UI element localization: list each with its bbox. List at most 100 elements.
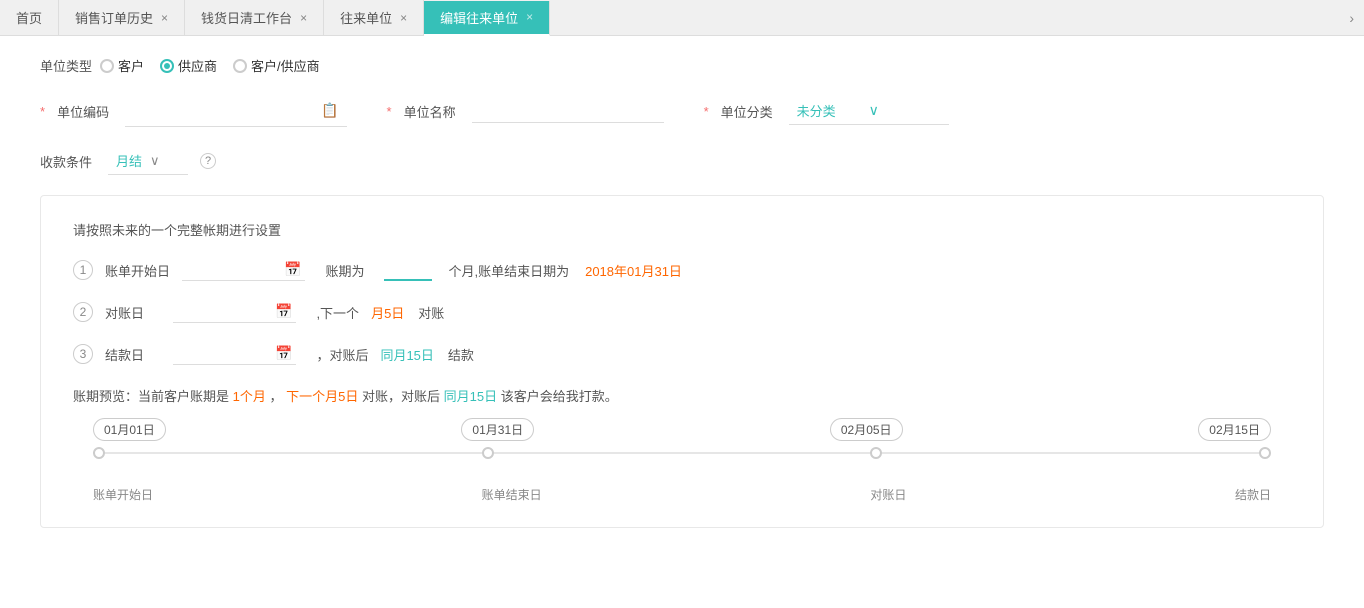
preview-label: 账期预览：当前客户账期是 [73, 389, 229, 404]
timeline-points [93, 447, 1271, 459]
timeline-track: 01月01日 01月31日 02月05日 02月15日 [93, 428, 1271, 478]
preview-part3: 同月15日 [444, 389, 497, 404]
close-cash-work[interactable]: × [300, 11, 307, 25]
radio-supplier[interactable]: 供应商 [160, 56, 217, 75]
reconciliation-label: 对账日 [105, 303, 161, 322]
account-start-date-input[interactable]: 2018-01-01 [186, 262, 276, 277]
unit-code-label: 单位编码 [57, 102, 109, 121]
payment-same-month: 同月15日 [380, 345, 433, 364]
tl-point-3 [1259, 447, 1271, 459]
unit-category-group: * 单位分类 未分类 ∨ [704, 97, 949, 125]
radio-both-circle [233, 59, 247, 73]
info-card-title: 请按照未来的一个完整帐期进行设置 [73, 220, 1291, 239]
unit-name-star: * [387, 104, 392, 119]
row-num-1: 1 [73, 260, 93, 280]
period-input-wrap: 1 [384, 260, 432, 281]
payment-suffix-text: ，对账后 [316, 345, 368, 364]
recon-suffix: 对账 [418, 303, 444, 322]
tl-label-0: 01月01日 [93, 418, 166, 441]
tab-home[interactable]: 首页 [0, 0, 59, 35]
payment-terms-label: 收款条件 [40, 152, 92, 171]
unit-type-row: 单位类型 客户 供应商 客户/供应商 [40, 56, 1324, 75]
main-content: 单位类型 客户 供应商 客户/供应商 * 单位编码 000001 📋 [0, 36, 1364, 608]
tl-point-1 [482, 447, 494, 459]
radio-both[interactable]: 客户/供应商 [233, 56, 320, 75]
unit-category-star: * [704, 104, 709, 119]
unit-type-radio-group: 客户 供应商 客户/供应商 [100, 56, 320, 75]
tl-dot-0 [93, 447, 105, 459]
reconciliation-row: 2 对账日 2018-02-05 📅 ,下一个 月5日 对账 [73, 301, 1291, 323]
unit-name-label: 单位名称 [404, 102, 456, 121]
preview-part1: 1个月 [233, 389, 266, 404]
tl-point-0 [93, 447, 105, 459]
tab-partner[interactable]: 往来单位 × [324, 0, 424, 35]
unit-details-row: * 单位编码 000001 📋 * 单位名称 河南供应商22 * 单位分类 未分… [40, 95, 1324, 127]
tab-sales-history-label: 销售订单历史 [75, 8, 153, 27]
account-start-date-wrap: 2018-01-01 📅 [182, 259, 305, 281]
tl-desc-2: 对账日 [870, 486, 906, 503]
payment-terms-select[interactable]: 月结 ∨ [108, 147, 188, 175]
payment-terms-value: 月结 [116, 151, 146, 170]
recon-prefix: ,下一个 [316, 303, 359, 322]
recon-month-5: 月5日 [371, 303, 404, 322]
payment-date-label: 结款日 [105, 345, 161, 364]
reconciliation-calendar-icon[interactable]: 📅 [275, 303, 292, 320]
unit-code-group: * 单位编码 000001 📋 [40, 95, 347, 127]
tl-desc-0: 账单开始日 [93, 486, 153, 503]
radio-customer[interactable]: 客户 [100, 56, 144, 75]
radio-supplier-circle [160, 59, 174, 73]
tab-edit-partner[interactable]: 编辑往来单位 × [424, 1, 550, 36]
unit-code-input-wrap: 000001 📋 [125, 95, 346, 127]
tab-edit-partner-label: 编辑往来单位 [440, 8, 518, 27]
unit-category-select[interactable]: 未分类 ∨ [789, 97, 949, 125]
unit-name-group: * 单位名称 河南供应商22 [387, 99, 664, 123]
close-partner[interactable]: × [400, 11, 407, 25]
tl-label-2: 02月05日 [830, 418, 903, 441]
tl-label-1: 01月31日 [461, 418, 534, 441]
radio-customer-circle [100, 59, 114, 73]
payment-date-row: 3 结款日 2018-02-15 📅 ，对账后 同月15日 结款 [73, 343, 1291, 365]
tl-label-3: 02月15日 [1198, 418, 1271, 441]
payment-terms-row: 收款条件 月结 ∨ ? [40, 147, 1324, 175]
payment-date-wrap: 2018-02-15 📅 [173, 343, 296, 365]
row-num-2: 2 [73, 302, 93, 322]
payment-date-input[interactable]: 2018-02-15 [177, 346, 267, 361]
unit-type-label: 单位类型 [40, 56, 92, 75]
timeline-descs: 账单开始日 账单结束日 对账日 结款日 [93, 486, 1271, 503]
radio-supplier-label: 供应商 [178, 56, 217, 75]
tl-point-2 [870, 447, 882, 459]
tl-dot-3 [1259, 447, 1271, 459]
help-icon[interactable]: ? [200, 153, 216, 169]
unit-category-dropdown-icon: ∨ [869, 102, 941, 119]
account-start-label: 账单开始日 [105, 261, 170, 280]
tab-more-arrow[interactable]: › [1339, 10, 1364, 26]
payment-terms-select-group: 月结 ∨ ? [108, 147, 216, 175]
radio-both-label: 客户/供应商 [251, 56, 320, 75]
tl-dot-2 [870, 447, 882, 459]
period-value-input[interactable]: 1 [388, 262, 428, 277]
tab-cash-work[interactable]: 钱货日清工作台 × [185, 0, 324, 35]
period-end-date: 2018年01月31日 [585, 261, 682, 280]
close-sales-history[interactable]: × [161, 11, 168, 25]
row-num-3: 3 [73, 344, 93, 364]
unit-code-input[interactable]: 000001 [125, 99, 317, 122]
tl-desc-3: 结款日 [1235, 486, 1271, 503]
tl-desc-1: 账单结束日 [482, 486, 542, 503]
unit-code-calendar-icon[interactable]: 📋 [321, 102, 338, 119]
account-start-calendar-icon[interactable]: 📅 [284, 261, 301, 278]
preview-end: 该客户会给我打款。 [501, 389, 618, 404]
preview-part2: 下一个月5日 [286, 389, 358, 404]
preview-sep1: ， [270, 389, 283, 404]
radio-customer-label: 客户 [118, 56, 144, 75]
close-edit-partner[interactable]: × [526, 10, 533, 24]
tab-home-label: 首页 [16, 8, 42, 27]
unit-category-label: 单位分类 [721, 102, 773, 121]
period-for-label: 账期为 [325, 261, 364, 280]
account-start-row: 1 账单开始日 2018-01-01 📅 账期为 1 个月,账单结束日期为 20… [73, 259, 1291, 281]
tl-dot-1 [482, 447, 494, 459]
unit-name-input[interactable]: 河南供应商22 [472, 99, 664, 123]
unit-category-value: 未分类 [797, 101, 869, 120]
tab-sales-history[interactable]: 销售订单历史 × [59, 0, 185, 35]
payment-calendar-icon[interactable]: 📅 [275, 345, 292, 362]
reconciliation-date-input[interactable]: 2018-02-05 [177, 304, 267, 319]
